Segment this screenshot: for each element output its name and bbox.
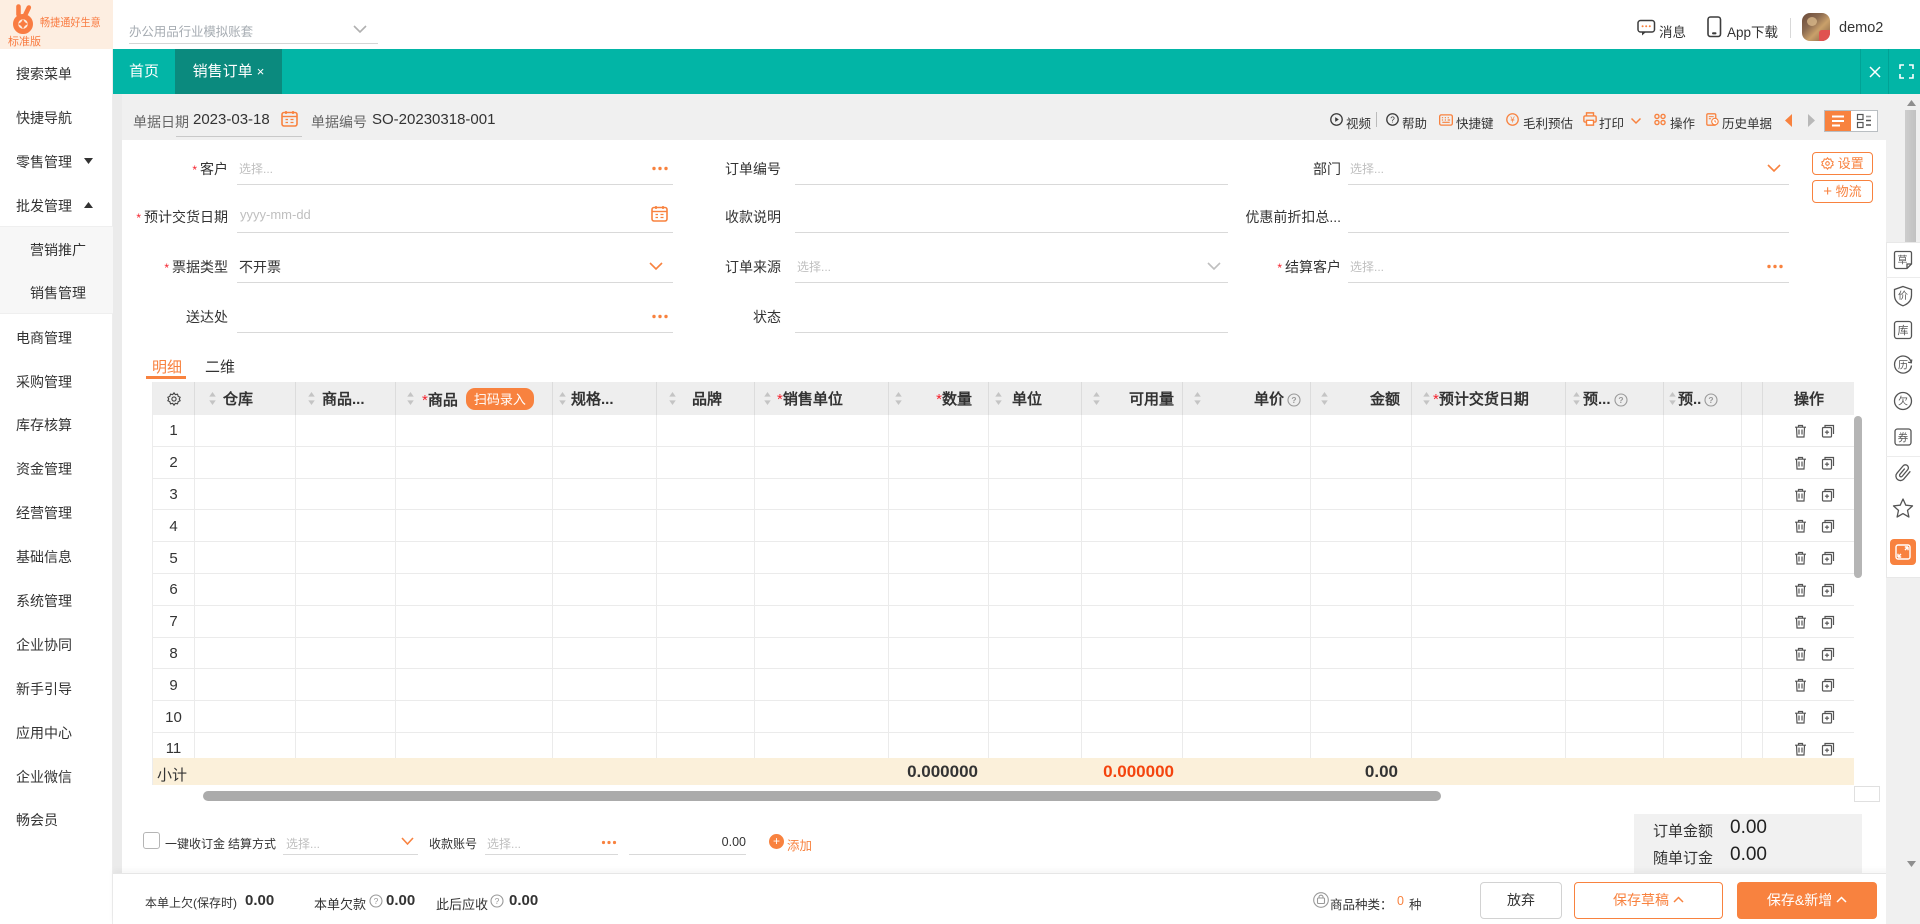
- svg-text:?: ?: [495, 896, 500, 906]
- svg-text:券: 券: [1898, 431, 1909, 444]
- svg-text:价: 价: [1898, 290, 1908, 302]
- svg-text:?: ?: [374, 896, 379, 906]
- svg-text:?: ?: [1291, 395, 1296, 405]
- svg-text:欠: 欠: [1898, 395, 1908, 408]
- svg-text:库: 库: [1898, 324, 1909, 337]
- svg-text:历: 历: [1898, 360, 1908, 372]
- svg-text:?: ?: [1390, 116, 1395, 125]
- svg-text:草: 草: [1898, 255, 1908, 267]
- svg-text:¥: ¥: [1510, 115, 1515, 124]
- svg-text:?: ?: [1709, 395, 1714, 405]
- svg-text:?: ?: [1618, 395, 1623, 405]
